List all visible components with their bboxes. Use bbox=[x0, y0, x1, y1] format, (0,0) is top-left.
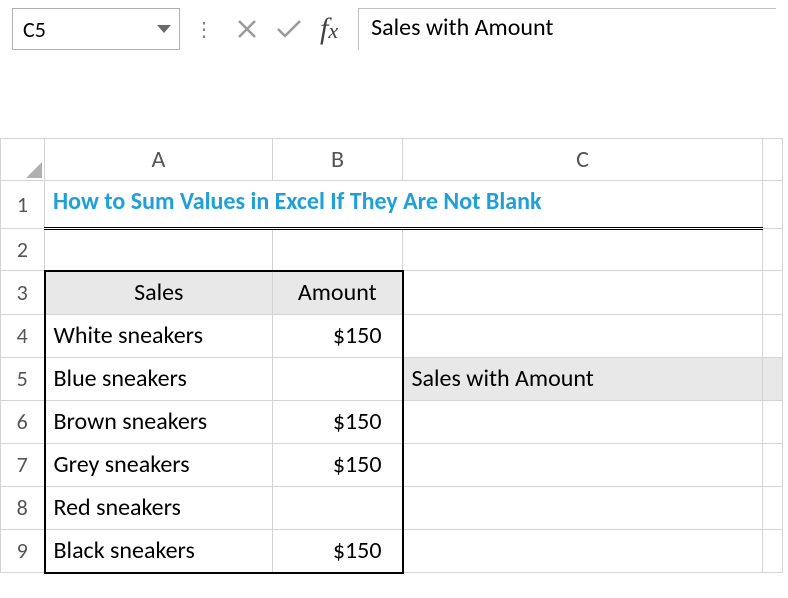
dropdown-icon[interactable] bbox=[157, 25, 171, 33]
row-header-1[interactable]: 1 bbox=[1, 181, 45, 229]
cell-B8[interactable] bbox=[273, 486, 403, 529]
cell-A8[interactable]: Red sneakers bbox=[45, 486, 273, 529]
formula-input[interactable]: Sales with Amount bbox=[358, 8, 776, 50]
title-text: How to Sum Values in Excel If They Are N… bbox=[45, 181, 762, 227]
cell-D2[interactable] bbox=[763, 229, 783, 271]
row-1: 1 How to Sum Values in Excel If They Are… bbox=[1, 181, 783, 229]
select-all-corner[interactable] bbox=[1, 139, 45, 181]
cell-A4[interactable]: White sneakers bbox=[45, 314, 273, 357]
col-header-B[interactable]: B bbox=[273, 139, 403, 181]
cell-D5[interactable] bbox=[763, 357, 783, 400]
header-sales: Sales bbox=[46, 272, 273, 314]
confirm-button[interactable] bbox=[272, 12, 306, 46]
cell-A2[interactable] bbox=[45, 229, 273, 271]
row-9: 9 Black sneakers $150 bbox=[1, 529, 783, 573]
row-7: 7 Grey sneakers $150 bbox=[1, 443, 783, 486]
cell-C5[interactable]: Sales with Amount bbox=[403, 357, 763, 400]
column-headers: A B C bbox=[1, 139, 783, 181]
col-header-A[interactable]: A bbox=[45, 139, 273, 181]
row-5: 5 Blue sneakers Sales with Amount bbox=[1, 357, 783, 400]
row-header-4[interactable]: 4 bbox=[1, 314, 45, 357]
cancel-button[interactable] bbox=[230, 12, 264, 46]
header-amount: Amount bbox=[273, 272, 402, 314]
col-header-D[interactable] bbox=[763, 139, 783, 181]
check-icon bbox=[275, 17, 303, 41]
col-header-C[interactable]: C bbox=[403, 139, 763, 181]
row-4: 4 White sneakers $150 bbox=[1, 314, 783, 357]
sheet: A B C 1 How to Sum Values in Excel If Th… bbox=[0, 138, 788, 574]
row-header-8[interactable]: 8 bbox=[1, 486, 45, 529]
formula-input-value: Sales with Amount bbox=[371, 13, 553, 42]
cell-A6[interactable]: Brown sneakers bbox=[45, 400, 273, 443]
cell-C8[interactable] bbox=[403, 486, 763, 529]
cell-D1[interactable] bbox=[763, 181, 783, 229]
cell-C2[interactable] bbox=[403, 229, 763, 271]
cell-A3[interactable]: Sales bbox=[45, 271, 273, 315]
cell-B4[interactable]: $150 bbox=[273, 314, 403, 357]
cell-B7[interactable]: $150 bbox=[273, 443, 403, 486]
name-box-value: C5 bbox=[23, 16, 46, 43]
cell-A7[interactable]: Grey sneakers bbox=[45, 443, 273, 486]
x-icon bbox=[235, 17, 259, 41]
row-6: 6 Brown sneakers $150 bbox=[1, 400, 783, 443]
cell-A5[interactable]: Blue sneakers bbox=[45, 357, 273, 400]
row-header-6[interactable]: 6 bbox=[1, 400, 45, 443]
cell-D9[interactable] bbox=[763, 529, 783, 573]
row-header-7[interactable]: 7 bbox=[1, 443, 45, 486]
c5-text: Sales with Amount bbox=[404, 358, 763, 400]
fx-button[interactable]: fx bbox=[314, 12, 344, 46]
row-header-3[interactable]: 3 bbox=[1, 271, 45, 315]
cell-A1[interactable]: How to Sum Values in Excel If They Are N… bbox=[45, 181, 763, 229]
name-box[interactable]: C5 bbox=[12, 8, 180, 50]
row-8: 8 Red sneakers bbox=[1, 486, 783, 529]
cell-B9[interactable]: $150 bbox=[273, 529, 403, 573]
row-3: 3 Sales Amount bbox=[1, 271, 783, 315]
row-header-2[interactable]: 2 bbox=[1, 229, 45, 271]
cell-C6[interactable] bbox=[403, 400, 763, 443]
cell-C4[interactable] bbox=[403, 314, 763, 357]
cell-C9[interactable] bbox=[403, 529, 763, 573]
cell-B6[interactable]: $150 bbox=[273, 400, 403, 443]
triangle-icon bbox=[26, 162, 42, 178]
divider-icon: ⋮ bbox=[188, 17, 222, 42]
row-2: 2 bbox=[1, 229, 783, 271]
cell-C3[interactable] bbox=[403, 271, 763, 315]
cell-D6[interactable] bbox=[763, 400, 783, 443]
cell-C7[interactable] bbox=[403, 443, 763, 486]
cell-B5[interactable] bbox=[273, 357, 403, 400]
cell-D8[interactable] bbox=[763, 486, 783, 529]
cell-D3[interactable] bbox=[763, 271, 783, 315]
cell-D7[interactable] bbox=[763, 443, 783, 486]
cell-B2[interactable] bbox=[273, 229, 403, 271]
row-header-5[interactable]: 5 bbox=[1, 357, 45, 400]
cell-B3[interactable]: Amount bbox=[273, 271, 403, 315]
formula-bar: C5 ⋮ fx Sales with Amount bbox=[0, 0, 788, 58]
cell-A9[interactable]: Black sneakers bbox=[45, 529, 273, 573]
cell-D4[interactable] bbox=[763, 314, 783, 357]
row-header-9[interactable]: 9 bbox=[1, 529, 45, 573]
